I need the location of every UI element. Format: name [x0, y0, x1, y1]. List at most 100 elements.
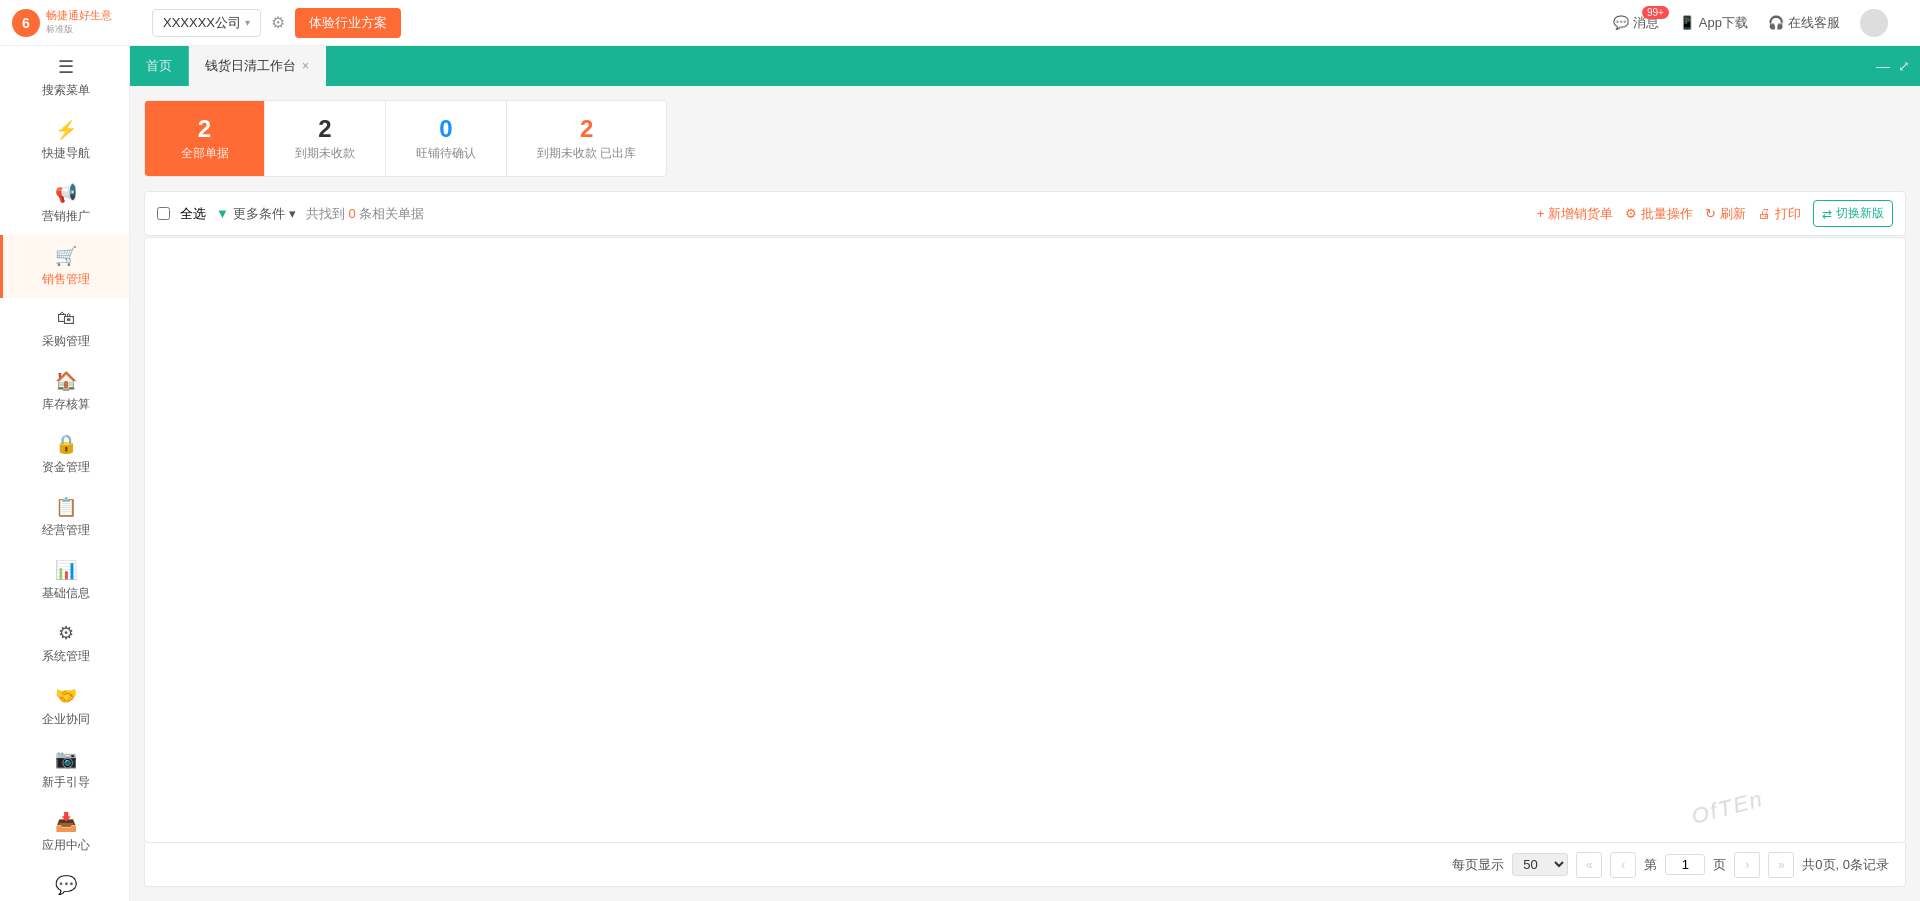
top-header: 6 畅捷通好生意 标准版 XXXXXX公司 ▾ ⚙ 体验行业方案 💬 消息 99…: [0, 0, 1920, 46]
sidebar-label-search-menu: 搜索菜单: [42, 82, 90, 99]
tab-home[interactable]: 首页: [130, 46, 189, 86]
inventory-icon: 🏠: [55, 370, 77, 392]
sidebar-item-newbie[interactable]: 📷 新手引导: [0, 738, 129, 801]
system-icon: ⚙: [58, 622, 74, 644]
toolbar-right: + 新增销货单 ⚙ 批量操作 ↻ 刷新 🖨 打印 ⇄: [1537, 200, 1893, 227]
quick-nav-icon: ⚡: [55, 119, 77, 141]
experience-button[interactable]: 体验行业方案: [295, 8, 401, 38]
batch-icon: ⚙: [1625, 206, 1637, 221]
sidebar-item-purchase[interactable]: 🛍 采购管理: [0, 298, 129, 360]
stat-label-all: 全部单据: [175, 145, 234, 162]
download-icon: 📱: [1679, 15, 1695, 30]
page-first-btn[interactable]: «: [1576, 852, 1602, 878]
sidebar-label-marketing: 营销推广: [42, 208, 90, 225]
message-icon: 💬: [1613, 15, 1629, 30]
app-download-btn[interactable]: 📱 App下载: [1679, 14, 1748, 32]
sidebar-item-basic-info[interactable]: 📊 基础信息: [0, 549, 129, 612]
tab-workbench-label: 钱货日清工作台: [205, 57, 296, 75]
stat-card-not-shipped[interactable]: 2 到期未收款 已出库: [507, 101, 666, 176]
select-all-label: 全选: [180, 205, 206, 223]
tab-home-label: 首页: [146, 57, 172, 75]
sidebar-label-app-center: 应用中心: [42, 837, 90, 854]
logo-area: 6 畅捷通好生意 标准版: [12, 9, 142, 37]
print-label: 打印: [1775, 205, 1801, 223]
tab-actions: — ⤢: [1876, 58, 1920, 74]
message-btn[interactable]: 💬 消息 99+: [1613, 14, 1659, 32]
header-right: 💬 消息 99+ 📱 App下载 🎧 在线客服: [1613, 9, 1908, 37]
sidebar-label-basic-info: 基础信息: [42, 585, 90, 602]
sidebar-item-sales[interactable]: 🛒 销售管理: [0, 235, 129, 298]
sidebar-label-operation: 经营管理: [42, 522, 90, 539]
switch-version-btn[interactable]: ⇄ 切换新版: [1813, 200, 1893, 227]
message-badge: 99+: [1642, 6, 1669, 19]
batch-label: 批量操作: [1641, 205, 1693, 223]
sidebar-item-fund[interactable]: 🔒 资金管理: [0, 423, 129, 486]
filter-button[interactable]: ▼ 更多条件 ▾: [216, 205, 296, 223]
company-selector[interactable]: XXXXXX公司 ▾: [152, 9, 261, 37]
sidebar-item-marketing[interactable]: 📢 营销推广: [0, 172, 129, 235]
page-prev-btn[interactable]: ‹: [1610, 852, 1636, 878]
refresh-label: 刷新: [1720, 205, 1746, 223]
page-label: 第: [1644, 856, 1657, 874]
toolbar-left: 全选 ▼ 更多条件 ▾ 共找到 0 条相关单据: [157, 205, 1527, 223]
sidebar-label-enterprise-collab: 企业协同: [42, 711, 90, 728]
tab-workbench[interactable]: 钱货日清工作台 ×: [189, 46, 326, 86]
filter-chevron-icon: ▾: [289, 206, 296, 221]
sidebar-label-quick-nav: 快捷导航: [42, 145, 90, 162]
filter-icon: ▼: [216, 206, 229, 221]
app-name: 畅捷通好生意: [46, 9, 112, 22]
found-prefix: 共找到: [306, 206, 345, 221]
pagination: 每页显示 50 10 20 100 « ‹ 第 页 › » 共0页, 0条记录: [144, 843, 1906, 887]
sidebar-label-inventory: 库存核算: [42, 396, 90, 413]
sidebar-item-operation[interactable]: 📋 经营管理: [0, 486, 129, 549]
stats-row: 2 全部单据 2 到期未收款 0 旺铺待确认 2 到期未收款 已出库: [144, 100, 667, 177]
tab-maximize-icon[interactable]: ⤢: [1898, 58, 1910, 74]
refresh-btn[interactable]: ↻ 刷新: [1705, 205, 1746, 223]
page-next-btn[interactable]: ›: [1734, 852, 1760, 878]
select-all-checkbox[interactable]: [157, 207, 170, 220]
purchase-icon: 🛍: [57, 308, 75, 329]
content-area: 首页 钱货日清工作台 × — ⤢ 2 全部单据 2 到期未收款: [130, 46, 1920, 901]
fund-icon: 🔒: [55, 433, 77, 455]
operation-icon: 📋: [55, 496, 77, 518]
marketing-icon: 📢: [55, 182, 77, 204]
company-name: XXXXXX公司: [163, 14, 241, 32]
new-sales-order-btn[interactable]: + 新增销货单: [1537, 205, 1613, 223]
stat-card-overdue[interactable]: 2 到期未收款: [265, 101, 386, 176]
stat-card-wangpu[interactable]: 0 旺铺待确认: [386, 101, 507, 176]
avatar[interactable]: [1860, 9, 1888, 37]
sidebar-label-sales: 销售管理: [42, 271, 90, 288]
page-last-btn[interactable]: »: [1768, 852, 1794, 878]
sidebar: ☰ 搜索菜单 ⚡ 快捷导航 📢 营销推广 🛒 销售管理 🛍 采购管理 🏠 库存核…: [0, 46, 130, 901]
sidebar-item-search-menu[interactable]: ☰ 搜索菜单: [0, 46, 129, 109]
online-service-btn[interactable]: 🎧 在线客服: [1768, 14, 1840, 32]
table-area: [144, 237, 1906, 843]
switch-label: 切换新版: [1836, 205, 1884, 222]
total-text: 共0页, 0条记录: [1802, 856, 1889, 874]
sidebar-item-inventory[interactable]: 🏠 库存核算: [0, 360, 129, 423]
stat-label-not-shipped: 到期未收款 已出库: [537, 145, 636, 162]
main-layout: ☰ 搜索菜单 ⚡ 快捷导航 📢 营销推广 🛒 销售管理 🛍 采购管理 🏠 库存核…: [0, 46, 1920, 901]
stat-card-all[interactable]: 2 全部单据: [145, 101, 265, 176]
sidebar-item-enterprise-wechat[interactable]: 💬 企业微信: [0, 864, 129, 901]
batch-operation-btn[interactable]: ⚙ 批量操作: [1625, 205, 1693, 223]
sidebar-item-system[interactable]: ⚙ 系统管理: [0, 612, 129, 675]
print-btn[interactable]: 🖨 打印: [1758, 205, 1801, 223]
settings-icon[interactable]: ⚙: [271, 13, 285, 32]
tab-close-icon[interactable]: ×: [302, 59, 309, 73]
found-suffix: 条相关单据: [359, 206, 424, 221]
per-page-select[interactable]: 50 10 20 100: [1512, 853, 1568, 876]
app-badge: 标准版: [46, 23, 112, 36]
filter-label: 更多条件: [233, 205, 285, 223]
tab-bar: 首页 钱货日清工作台 × — ⤢: [130, 46, 1920, 86]
stat-number-not-shipped: 2: [537, 115, 636, 143]
switch-icon: ⇄: [1822, 207, 1832, 221]
sidebar-item-app-center[interactable]: 📥 应用中心: [0, 801, 129, 864]
tab-minimize-icon[interactable]: —: [1876, 58, 1890, 74]
sidebar-item-enterprise-collab[interactable]: 🤝 企业协同: [0, 675, 129, 738]
stat-number-wangpu: 0: [416, 115, 476, 143]
sales-icon: 🛒: [55, 245, 77, 267]
service-icon: 🎧: [1768, 15, 1784, 30]
page-number-input[interactable]: [1665, 854, 1705, 875]
sidebar-item-quick-nav[interactable]: ⚡ 快捷导航: [0, 109, 129, 172]
